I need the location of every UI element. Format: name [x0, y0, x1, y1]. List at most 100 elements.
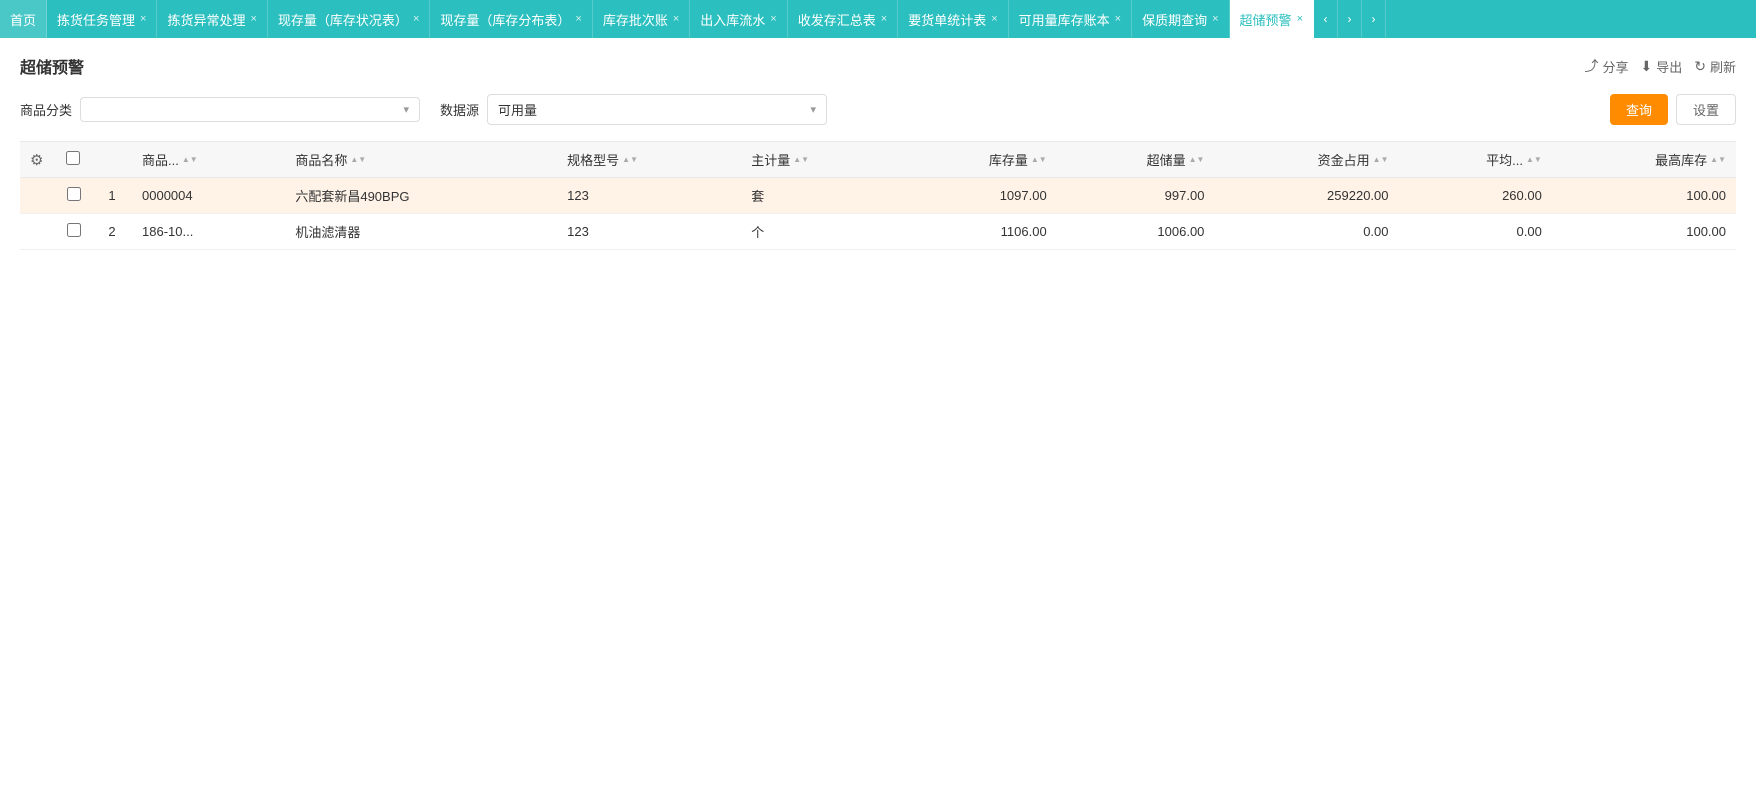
- sort-icon-max-stock: ▲▼: [1710, 155, 1726, 164]
- nav-item-home[interactable]: 首页: [0, 0, 47, 38]
- th-check: [56, 142, 92, 178]
- settings-button[interactable]: 设置: [1676, 94, 1736, 125]
- query-button[interactable]: 查询: [1610, 94, 1668, 125]
- th-gear[interactable]: ⚙: [20, 142, 56, 178]
- nav-close-recv-send-sum[interactable]: ×: [881, 13, 887, 25]
- refresh-button[interactable]: ↻ 刷新: [1694, 57, 1736, 76]
- row-checkbox-1[interactable]: [67, 187, 81, 201]
- nav-item-in-out-flow[interactable]: 出入库流水 ×: [690, 0, 787, 38]
- nav-close-overstock[interactable]: ×: [1297, 13, 1303, 25]
- select-all-checkbox[interactable]: [66, 151, 80, 165]
- nav-close-in-out-flow[interactable]: ×: [770, 13, 776, 25]
- export-button[interactable]: ⬇ 导出: [1641, 57, 1683, 76]
- th-sort-sku-code[interactable]: 商品... ▲▼: [142, 150, 198, 169]
- nav-item-task-mgmt[interactable]: 拣货任务管理 ×: [47, 0, 157, 38]
- gear-icon[interactable]: ⚙: [30, 152, 43, 169]
- export-label: 导出: [1656, 57, 1682, 76]
- th-sort-max-stock[interactable]: 最高库存 ▲▼: [1655, 150, 1726, 169]
- td-overstock-1: 997.00: [1057, 178, 1215, 214]
- th-max-stock[interactable]: 最高库存 ▲▼: [1552, 142, 1736, 178]
- td-check-2[interactable]: [56, 214, 92, 250]
- nav-label-overstock: 超储预警: [1240, 10, 1292, 29]
- td-gear-2: [20, 214, 56, 250]
- nav-item-home-label: 首页: [10, 10, 36, 29]
- nav-arrow-right[interactable]: ›: [1338, 0, 1362, 38]
- th-unit[interactable]: 主计量 ▲▼: [741, 142, 899, 178]
- nav-arrow-left[interactable]: ‹: [1314, 0, 1338, 38]
- th-overstock[interactable]: 超储量 ▲▼: [1057, 142, 1215, 178]
- nav-item-order-stat[interactable]: 要货单统计表 ×: [898, 0, 1008, 38]
- td-num-2: 2: [92, 214, 132, 250]
- th-sku-name[interactable]: 商品名称 ▲▼: [285, 142, 557, 178]
- th-sort-overstock[interactable]: 超储量 ▲▼: [1147, 150, 1205, 169]
- sort-icon-unit: ▲▼: [793, 155, 809, 164]
- nav-item-recv-send-sum[interactable]: 收发存汇总表 ×: [788, 0, 898, 38]
- th-spec[interactable]: 规格型号 ▲▼: [557, 142, 741, 178]
- row-checkbox-2[interactable]: [67, 223, 81, 237]
- th-avg[interactable]: 平均... ▲▼: [1399, 142, 1552, 178]
- nav-close-stock-dist[interactable]: ×: [575, 13, 581, 25]
- nav-close-avail-stock[interactable]: ×: [1115, 13, 1121, 25]
- td-stock-1: 1097.00: [899, 178, 1057, 214]
- th-sort-spec[interactable]: 规格型号 ▲▼: [567, 150, 638, 169]
- datasource-filter-group: 数据源 可用量 ▾: [440, 94, 827, 125]
- share-button[interactable]: ⤴ 分享: [1584, 56, 1628, 76]
- nav-close-order-stat[interactable]: ×: [991, 13, 997, 25]
- td-sku-name-1: 六配套新昌490BPG: [285, 178, 557, 214]
- td-sku-code-1: 0000004: [132, 178, 285, 214]
- th-capital[interactable]: 资金占用 ▲▼: [1214, 142, 1398, 178]
- datasource-filter-label: 数据源: [440, 100, 479, 119]
- filter-buttons: 查询 设置: [1610, 94, 1736, 125]
- th-sort-stock[interactable]: 库存量 ▲▼: [989, 150, 1047, 169]
- th-sort-unit[interactable]: 主计量 ▲▼: [751, 150, 809, 169]
- td-check-1[interactable]: [56, 178, 92, 214]
- nav-label-stock-dist: 现存量（库存分布表）: [440, 10, 570, 29]
- th-stock[interactable]: 库存量 ▲▼: [899, 142, 1057, 178]
- td-gear-1: [20, 178, 56, 214]
- page-header: 超储预警 ⤴ 分享 ⬇ 导出 ↻ 刷新: [20, 54, 1736, 78]
- sort-icon-stock: ▲▼: [1031, 155, 1047, 164]
- nav-close-batch-acct[interactable]: ×: [673, 13, 679, 25]
- nav-close-task-mgmt[interactable]: ×: [140, 13, 146, 25]
- page-content: 超储预警 ⤴ 分享 ⬇ 导出 ↻ 刷新 商品分类 ▾ 数据源: [0, 38, 1756, 800]
- table-row: 2 186-10... 机油滤清器 123 个 1106.00 1006.00 …: [20, 214, 1736, 250]
- nav-item-batch-acct[interactable]: 库存批次账 ×: [593, 0, 690, 38]
- td-spec-1: 123: [557, 178, 741, 214]
- nav-item-overstock[interactable]: 超储预警 ×: [1230, 0, 1314, 38]
- th-sort-sku-name[interactable]: 商品名称 ▲▼: [295, 150, 366, 169]
- th-sort-avg[interactable]: 平均... ▲▼: [1486, 150, 1542, 169]
- filter-area: 商品分类 ▾ 数据源 可用量 ▾ 查询 设置: [20, 94, 1736, 125]
- nav-item-stock-dist[interactable]: 现存量（库存分布表） ×: [430, 0, 592, 38]
- td-spec-2: 123: [557, 214, 741, 250]
- nav-close-quality-check[interactable]: ×: [1212, 13, 1218, 25]
- sort-icon-spec: ▲▼: [622, 155, 638, 164]
- nav-label-stock-status: 现存量（库存状况表）: [278, 10, 408, 29]
- table-header-row: ⚙ 商品... ▲▼ 商品名称 ▲▼: [20, 142, 1736, 178]
- nav-item-abnormal[interactable]: 拣货异常处理 ×: [157, 0, 267, 38]
- nav-close-stock-status[interactable]: ×: [413, 13, 419, 25]
- nav-item-stock-status[interactable]: 现存量（库存状况表） ×: [268, 0, 430, 38]
- nav-item-avail-stock[interactable]: 可用量库存账本 ×: [1009, 0, 1132, 38]
- refresh-icon: ↻: [1694, 58, 1706, 75]
- nav-arrow-expand[interactable]: ›: [1362, 0, 1386, 38]
- nav-close-abnormal[interactable]: ×: [250, 13, 256, 25]
- td-max-stock-1: 100.00: [1552, 178, 1736, 214]
- category-select[interactable]: ▾: [80, 97, 420, 122]
- nav-label-order-stat: 要货单统计表: [908, 10, 986, 29]
- td-unit-1: 套: [741, 178, 899, 214]
- sort-icon-capital: ▲▼: [1373, 155, 1389, 164]
- datasource-select[interactable]: 可用量 ▾: [487, 94, 827, 125]
- data-table: ⚙ 商品... ▲▼ 商品名称 ▲▼: [20, 141, 1736, 250]
- td-overstock-2: 1006.00: [1057, 214, 1215, 250]
- td-unit-2: 个: [741, 214, 899, 250]
- category-select-arrow-icon: ▾: [403, 103, 409, 116]
- nav-item-quality-check[interactable]: 保质期查询 ×: [1132, 0, 1229, 38]
- sort-icon-overstock: ▲▼: [1189, 155, 1205, 164]
- nav-label-avail-stock: 可用量库存账本: [1019, 10, 1110, 29]
- nav-label-recv-send-sum: 收发存汇总表: [798, 10, 876, 29]
- top-nav: 首页 拣货任务管理 × 拣货异常处理 × 现存量（库存状况表） × 现存量（库存…: [0, 0, 1756, 38]
- sort-icon-sku-code: ▲▼: [182, 155, 198, 164]
- th-sku-code[interactable]: 商品... ▲▼: [132, 142, 285, 178]
- td-num-1: 1: [92, 178, 132, 214]
- th-sort-capital[interactable]: 资金占用 ▲▼: [1318, 150, 1389, 169]
